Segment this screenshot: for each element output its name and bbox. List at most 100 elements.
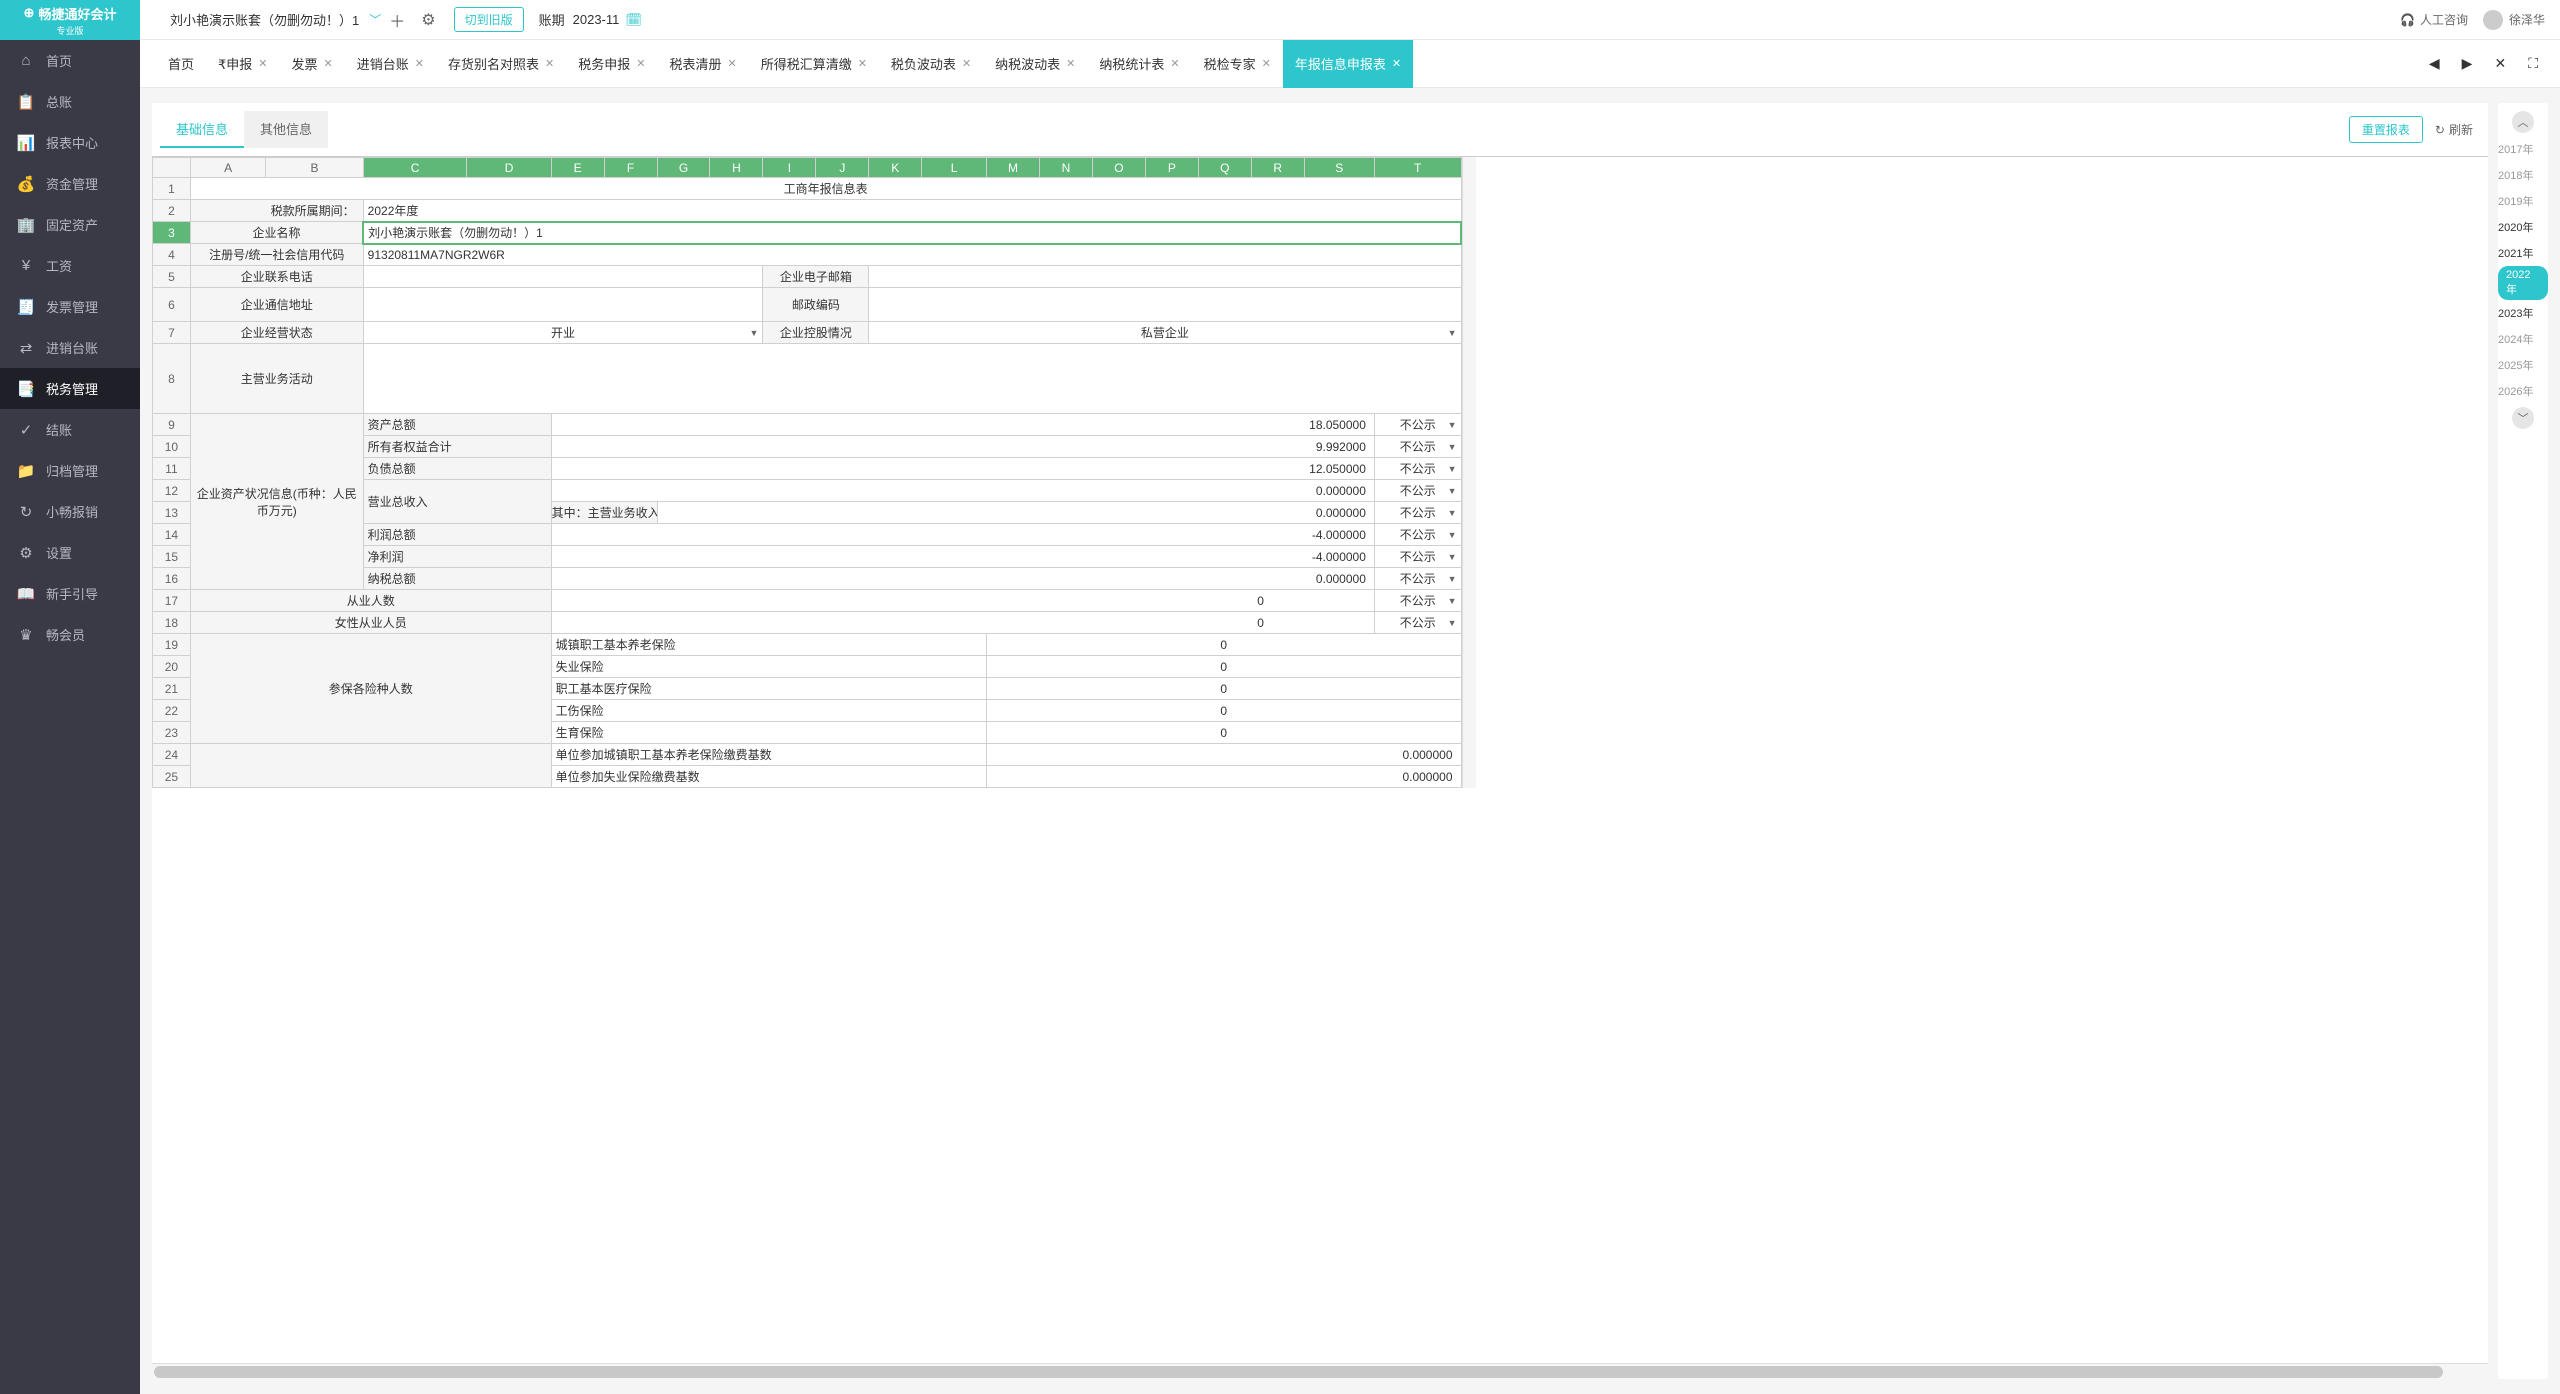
close-icon[interactable]: ✕ bbox=[1392, 57, 1401, 70]
nav-总账[interactable]: 📋总账 bbox=[0, 81, 140, 122]
nav-结账[interactable]: ✓结账 bbox=[0, 409, 140, 450]
row-header-8[interactable]: 8 bbox=[153, 344, 191, 414]
tab-纳税波动表[interactable]: 纳税波动表✕ bbox=[983, 40, 1087, 88]
year-2026年[interactable]: 2026年 bbox=[2498, 378, 2548, 404]
row-header-18[interactable]: 18 bbox=[153, 612, 191, 634]
col-header-H[interactable]: H bbox=[710, 158, 763, 178]
tab-basic-info[interactable]: 基础信息 bbox=[160, 111, 244, 148]
row-header-16[interactable]: 16 bbox=[153, 568, 191, 590]
row-header-14[interactable]: 14 bbox=[153, 524, 191, 546]
year-2018年[interactable]: 2018年 bbox=[2498, 162, 2548, 188]
nav-小畅报销[interactable]: ↻小畅报销 bbox=[0, 491, 140, 532]
row-header-20[interactable]: 20 bbox=[153, 656, 191, 678]
nav-固定资产[interactable]: 🏢固定资产 bbox=[0, 204, 140, 245]
row-header-5[interactable]: 5 bbox=[153, 266, 191, 288]
year-2022年[interactable]: 2022年 bbox=[2498, 266, 2548, 300]
row-header-7[interactable]: 7 bbox=[153, 322, 191, 344]
nav-发票管理[interactable]: 🧾发票管理 bbox=[0, 286, 140, 327]
row-header-12[interactable]: 12 bbox=[153, 480, 191, 502]
tab-发票[interactable]: 发票✕ bbox=[280, 40, 345, 88]
row-header-9[interactable]: 9 bbox=[153, 414, 191, 436]
close-icon[interactable]: ✕ bbox=[415, 57, 424, 70]
nav-工资[interactable]: ¥工资 bbox=[0, 245, 140, 286]
col-header-C[interactable]: C bbox=[363, 158, 467, 178]
row-header-13[interactable]: 13 bbox=[153, 502, 191, 524]
fullscreen-button[interactable]: ⛶ bbox=[2522, 51, 2544, 76]
year-2017年[interactable]: 2017年 bbox=[2498, 136, 2548, 162]
row-header-1[interactable]: 1 bbox=[153, 178, 191, 200]
tab-税表清册[interactable]: 税表清册✕ bbox=[657, 40, 748, 88]
row-header-10[interactable]: 10 bbox=[153, 436, 191, 458]
tab-纳税统计表[interactable]: 纳税统计表✕ bbox=[1087, 40, 1191, 88]
col-header-J[interactable]: J bbox=[816, 158, 869, 178]
year-2024年[interactable]: 2024年 bbox=[2498, 326, 2548, 352]
vertical-scrollbar[interactable] bbox=[1462, 157, 1476, 788]
period-value[interactable]: 2023-11 bbox=[573, 12, 620, 27]
tab-存货别名对照表[interactable]: 存货别名对照表✕ bbox=[436, 40, 566, 88]
horizontal-scrollbar[interactable] bbox=[152, 1363, 2488, 1379]
col-header-T[interactable]: T bbox=[1374, 158, 1461, 178]
col-header-M[interactable]: M bbox=[987, 158, 1040, 178]
year-2021年[interactable]: 2021年 bbox=[2498, 240, 2548, 266]
col-header-N[interactable]: N bbox=[1039, 158, 1092, 178]
account-selector[interactable]: 刘小艳演示账套（勿删勿动！）1 ﹀ bbox=[170, 10, 381, 29]
add-account-button[interactable]: ＋ bbox=[381, 8, 413, 32]
tab-进销台账[interactable]: 进销台账✕ bbox=[345, 40, 436, 88]
close-icon[interactable]: ✕ bbox=[636, 57, 645, 70]
year-2025年[interactable]: 2025年 bbox=[2498, 352, 2548, 378]
col-header-B[interactable]: B bbox=[266, 158, 363, 178]
row-header-19[interactable]: 19 bbox=[153, 634, 191, 656]
calendar-icon[interactable]: 🗓 bbox=[625, 12, 642, 28]
corner-cell[interactable] bbox=[153, 158, 191, 178]
tab-other-info[interactable]: 其他信息 bbox=[244, 111, 328, 148]
year-2019年[interactable]: 2019年 bbox=[2498, 188, 2548, 214]
tab-税负波动表[interactable]: 税负波动表✕ bbox=[879, 40, 983, 88]
user-menu[interactable]: 徐泽华 bbox=[2483, 10, 2545, 30]
col-header-R[interactable]: R bbox=[1251, 158, 1304, 178]
nav-设置[interactable]: ⚙设置 bbox=[0, 532, 140, 573]
nav-畅会员[interactable]: ♛畅会员 bbox=[0, 614, 140, 655]
col-header-G[interactable]: G bbox=[657, 158, 710, 178]
close-icon[interactable]: ✕ bbox=[1066, 57, 1075, 70]
col-header-K[interactable]: K bbox=[869, 158, 922, 178]
tab-所得税汇算清缴[interactable]: 所得税汇算清缴✕ bbox=[749, 40, 879, 88]
nav-进销台账[interactable]: ⇄进销台账 bbox=[0, 327, 140, 368]
col-header-O[interactable]: O bbox=[1092, 158, 1145, 178]
row-header-6[interactable]: 6 bbox=[153, 288, 191, 322]
tab-close-all-button[interactable]: ✕ bbox=[2488, 51, 2512, 76]
tab-首页[interactable]: 首页 bbox=[156, 40, 206, 88]
switch-old-button[interactable]: 切到旧版 bbox=[454, 7, 524, 32]
col-header-I[interactable]: I bbox=[763, 158, 816, 178]
row-header-15[interactable]: 15 bbox=[153, 546, 191, 568]
reset-report-button[interactable]: 重置报表 bbox=[2349, 116, 2423, 143]
close-icon[interactable]: ✕ bbox=[1170, 57, 1179, 70]
nav-归档管理[interactable]: 📁归档管理 bbox=[0, 450, 140, 491]
nav-报表中心[interactable]: 📊报表中心 bbox=[0, 122, 140, 163]
col-header-P[interactable]: P bbox=[1145, 158, 1198, 178]
row-header-2[interactable]: 2 bbox=[153, 200, 191, 222]
close-icon[interactable]: ✕ bbox=[545, 57, 554, 70]
year-2020年[interactable]: 2020年 bbox=[2498, 214, 2548, 240]
tab-税检专家[interactable]: 税检专家✕ bbox=[1192, 40, 1283, 88]
tab-next-button[interactable]: ▶ bbox=[2456, 51, 2479, 76]
refresh-button[interactable]: ↻ 刷新 bbox=[2435, 116, 2473, 143]
row-header-23[interactable]: 23 bbox=[153, 722, 191, 744]
settings-icon[interactable]: ⚙ bbox=[413, 10, 443, 30]
col-header-Q[interactable]: Q bbox=[1198, 158, 1251, 178]
col-header-L[interactable]: L bbox=[922, 158, 987, 178]
col-header-F[interactable]: F bbox=[604, 158, 657, 178]
row-header-4[interactable]: 4 bbox=[153, 244, 191, 266]
year-2023年[interactable]: 2023年 bbox=[2498, 300, 2548, 326]
chevron-down-icon[interactable]: ﹀ bbox=[369, 11, 381, 28]
close-icon[interactable]: ✕ bbox=[1262, 57, 1271, 70]
nav-税务管理[interactable]: 📑税务管理 bbox=[0, 368, 140, 409]
close-icon[interactable]: ✕ bbox=[324, 57, 333, 70]
row-header-3[interactable]: 3 bbox=[153, 222, 191, 244]
close-icon[interactable]: ✕ bbox=[858, 57, 867, 70]
spreadsheet[interactable]: ABCDEFGHIJKLMNOPQRST 1工商年报信息表2税款所属期间：202… bbox=[152, 156, 2488, 1363]
support-link[interactable]: 🎧 人工咨询 bbox=[2400, 11, 2468, 28]
close-icon[interactable]: ✕ bbox=[727, 57, 736, 70]
col-header-E[interactable]: E bbox=[551, 158, 604, 178]
col-header-A[interactable]: A bbox=[190, 158, 266, 178]
close-icon[interactable]: ✕ bbox=[258, 57, 267, 70]
